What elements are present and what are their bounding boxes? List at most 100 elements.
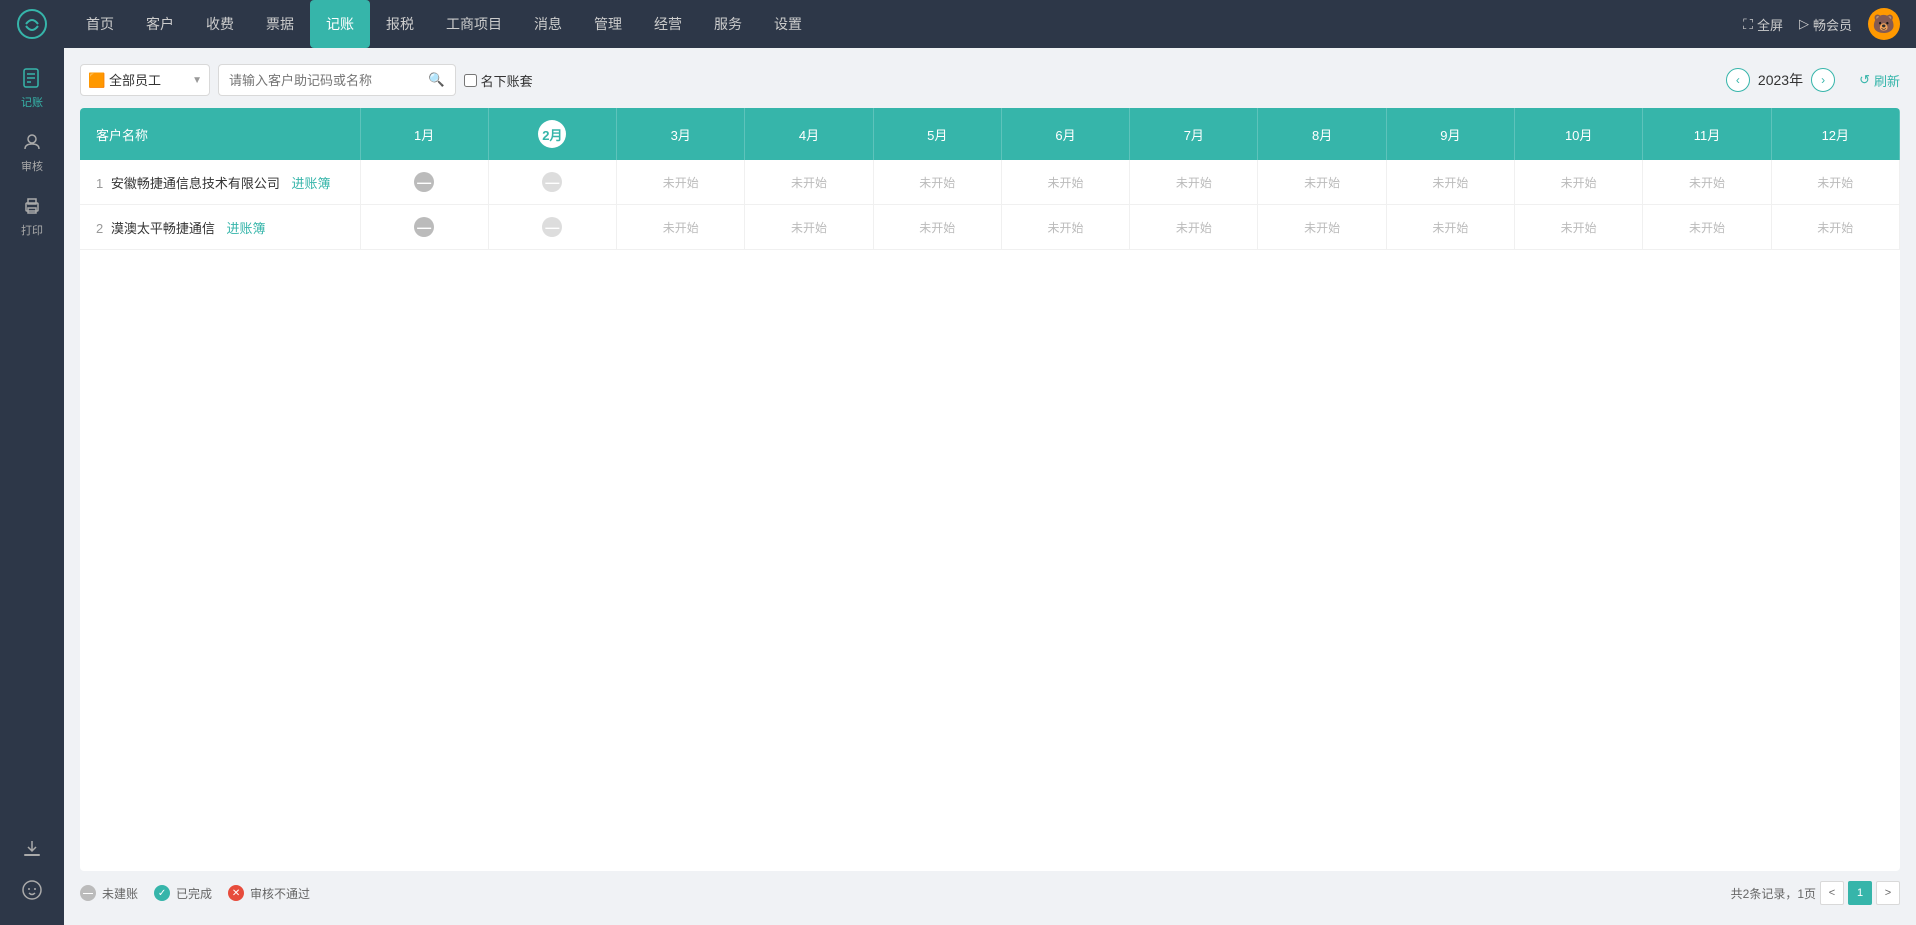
main-table: 客户名称 1月 2月 3月 4月 5月 6月 7月 8月 9月 10月 11月 … [80, 108, 1900, 250]
fullscreen-button[interactable]: ⛶ 全屏 [1743, 15, 1783, 34]
nav-item-fee[interactable]: 收费 [190, 0, 250, 48]
search-wrapper: 🔍 [218, 64, 456, 96]
month-cell-2-6: 未开始 [1001, 205, 1129, 250]
nav-item-client[interactable]: 客户 [130, 0, 190, 48]
legend-not-started: — 未建账 [80, 885, 138, 902]
checkbox-label[interactable]: 名下账套 [464, 71, 533, 90]
pagination: 共2条记录，1页 < 1 > [1731, 881, 1900, 905]
month-cell-2-1: — [360, 205, 488, 250]
logo [0, 0, 64, 48]
month-cell-1-5: 未开始 [873, 160, 1001, 205]
table-header-row: 客户名称 1月 2月 3月 4月 5月 6月 7月 8月 9月 10月 11月 … [80, 108, 1900, 160]
bookkeeping-icon [20, 66, 44, 90]
nav-item-invoice[interactable]: 票据 [250, 0, 310, 48]
month-cell-1-10: 未开始 [1515, 160, 1643, 205]
th-client-name: 客户名称 [80, 108, 360, 160]
fullscreen-icon: ⛶ [1743, 16, 1753, 33]
sidebar-download-button[interactable] [0, 829, 64, 867]
sidebar-user-button[interactable] [0, 871, 64, 909]
month-cell-1-3: 未开始 [617, 160, 745, 205]
video-icon: ▷ [1799, 16, 1809, 32]
next-year-button[interactable]: › [1811, 68, 1835, 92]
enter-ledger-link-1[interactable]: 进账簿 [292, 176, 331, 191]
nav-item-message[interactable]: 消息 [518, 0, 578, 48]
nav-item-bookkeeping[interactable]: 记账 [310, 0, 370, 48]
rejected-icon: ✕ [228, 885, 244, 901]
th-may: 5月 [873, 108, 1001, 160]
th-jul: 7月 [1130, 108, 1258, 160]
print-icon [20, 194, 44, 218]
month-cell-1-1: — [360, 160, 488, 205]
sidebar-item-audit[interactable]: 审核 [0, 120, 64, 184]
prev-year-button[interactable]: ‹ [1726, 68, 1750, 92]
sidebar-bottom [0, 829, 64, 925]
nav-item-tax[interactable]: 报税 [370, 0, 430, 48]
sidebar-item-bookkeeping[interactable]: 记账 [0, 56, 64, 120]
employee-select-wrapper: 🟧 全部员工 ▼ [80, 64, 210, 96]
total-text: 共2条记录，1页 [1731, 885, 1816, 902]
next-page-button[interactable]: > [1876, 881, 1900, 905]
month-cell-2-11: 未开始 [1643, 205, 1771, 250]
nav-item-home[interactable]: 首页 [70, 0, 130, 48]
nav-item-service[interactable]: 服务 [698, 0, 758, 48]
legend-rejected: ✕ 审核不通过 [228, 885, 310, 902]
th-apr: 4月 [745, 108, 873, 160]
th-sep: 9月 [1386, 108, 1514, 160]
enter-ledger-link-2[interactable]: 进账簿 [227, 221, 266, 236]
audit-icon [20, 130, 44, 154]
th-dec: 12月 [1771, 108, 1899, 160]
refresh-button[interactable]: ↺ 刷新 [1859, 71, 1900, 90]
month-cell-2-9: 未开始 [1386, 205, 1514, 250]
table-wrapper: 客户名称 1月 2月 3月 4月 5月 6月 7月 8月 9月 10月 11月 … [80, 108, 1900, 871]
month-cell-2-2: — [488, 205, 616, 250]
prev-page-button[interactable]: < [1820, 881, 1844, 905]
year-nav: ‹ 2023年 › [1726, 68, 1835, 92]
th-jan: 1月 [360, 108, 488, 160]
search-input[interactable] [218, 64, 418, 96]
dash-icon: — [414, 217, 434, 237]
th-feb: 2月 [488, 108, 616, 160]
month-cell-1-4: 未开始 [745, 160, 873, 205]
year-display: 2023年 [1758, 70, 1803, 90]
dash-icon: — [414, 172, 434, 192]
avatar[interactable]: 🐻 [1868, 8, 1900, 40]
employee-select[interactable]: 全部员工 [80, 64, 210, 96]
my-accounts-checkbox[interactable] [464, 74, 477, 87]
not-started-icon: — [80, 885, 96, 901]
month-cell-2-7: 未开始 [1130, 205, 1258, 250]
nav-item-manage[interactable]: 管理 [578, 0, 638, 48]
nav-item-settings[interactable]: 设置 [758, 0, 818, 48]
client-name-cell-2: 2 漠澳太平畅捷通信 进账簿 [80, 205, 360, 250]
sidebar-label-bookkeeping: 记账 [21, 94, 43, 110]
month-cell-1-11: 未开始 [1643, 160, 1771, 205]
table-row: 1 安徽畅捷通信息技术有限公司 进账簿 — — 未开始 未开始 未开始 未开始 … [80, 160, 1900, 205]
toolbar: 🟧 全部员工 ▼ 🔍 名下账套 ‹ 2023年 › [80, 64, 1900, 96]
search-button[interactable]: 🔍 [418, 64, 456, 96]
sidebar: 记账 审核 打印 [0, 48, 64, 925]
nav-item-business[interactable]: 工商项目 [430, 0, 518, 48]
month-cell-2-8: 未开始 [1258, 205, 1386, 250]
search-icon: 🔍 [428, 72, 445, 88]
client-name-2: 漠澳太平畅捷通信 [111, 221, 215, 236]
table-row: 2 漠澳太平畅捷通信 进账簿 — — 未开始 未开始 未开始 未开始 未开始 未… [80, 205, 1900, 250]
month-cell-2-10: 未开始 [1515, 205, 1643, 250]
sidebar-label-print: 打印 [21, 222, 43, 238]
top-nav-right: ⛶ 全屏 ▷ 畅会员 🐻 [1743, 8, 1916, 40]
dash2-icon: — [542, 172, 562, 192]
th-nov: 11月 [1643, 108, 1771, 160]
th-oct: 10月 [1515, 108, 1643, 160]
member-button[interactable]: ▷ 畅会员 [1799, 15, 1852, 34]
page-1-button[interactable]: 1 [1848, 881, 1872, 905]
month-cell-1-7: 未开始 [1130, 160, 1258, 205]
row-index-2: 2 [96, 221, 103, 236]
download-icon [21, 837, 43, 859]
dash2-icon: — [542, 217, 562, 237]
nav-item-operate[interactable]: 经营 [638, 0, 698, 48]
month-cell-1-8: 未开始 [1258, 160, 1386, 205]
month-cell-1-6: 未开始 [1001, 160, 1129, 205]
logo-icon [16, 8, 48, 40]
month-cell-2-5: 未开始 [873, 205, 1001, 250]
month-cell-2-12: 未开始 [1771, 205, 1899, 250]
sidebar-item-print[interactable]: 打印 [0, 184, 64, 248]
month-cell-1-9: 未开始 [1386, 160, 1514, 205]
